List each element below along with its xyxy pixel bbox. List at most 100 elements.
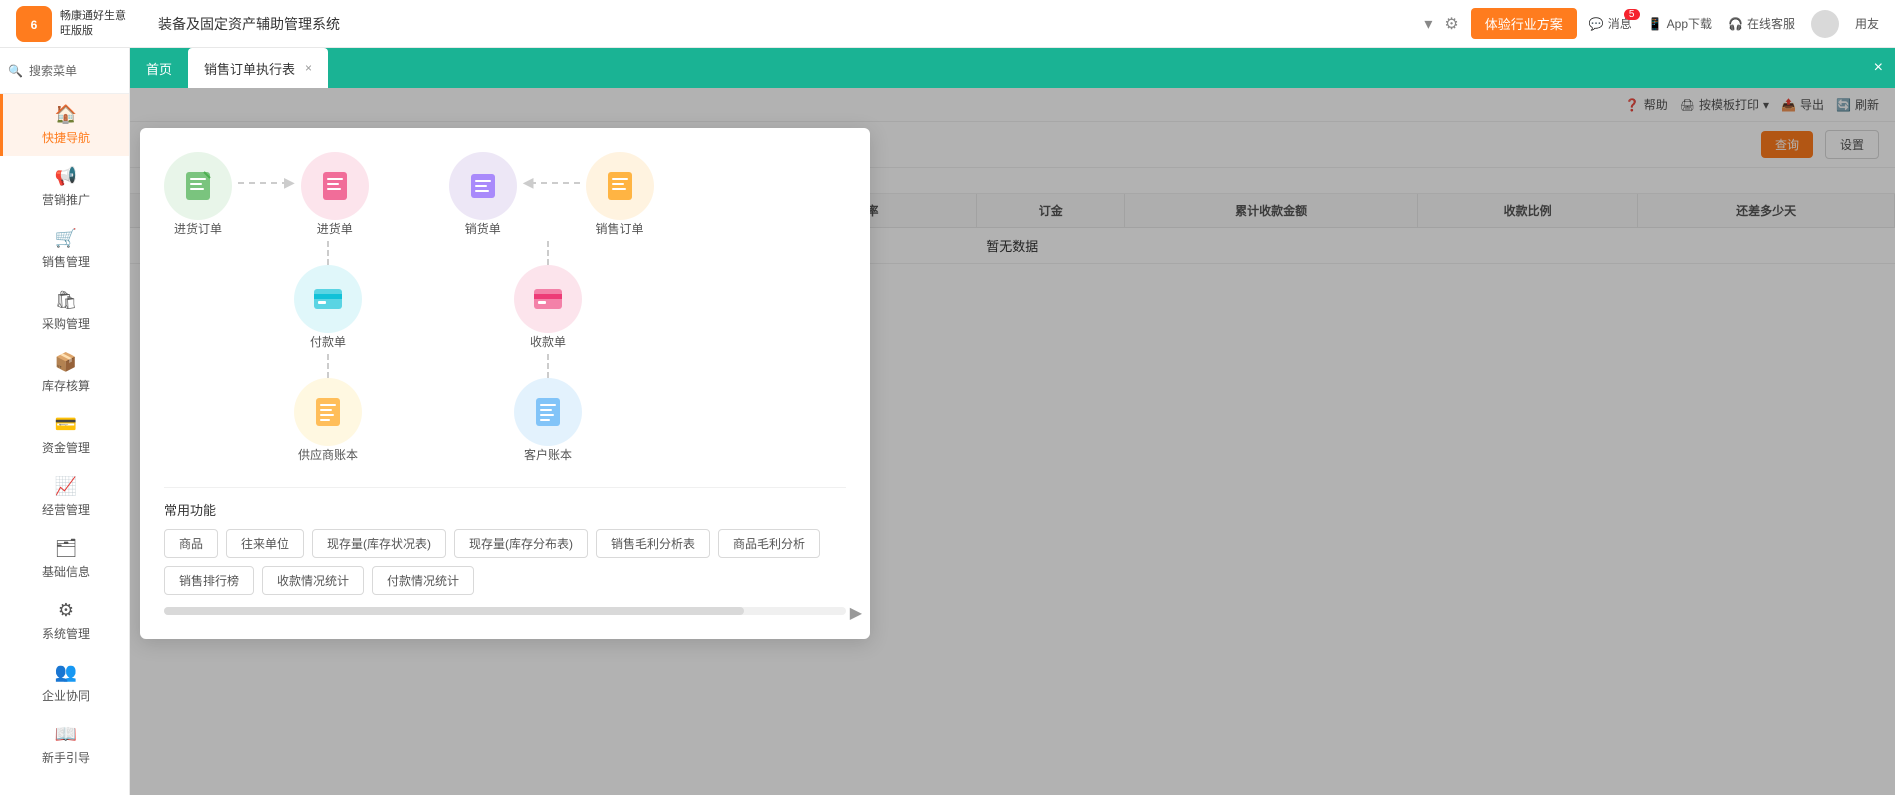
tab-home[interactable]: 首页 xyxy=(130,48,188,88)
cf-btn-product[interactable]: 商品 xyxy=(164,529,218,558)
window-close-btn[interactable]: × xyxy=(1874,59,1883,77)
purchase-order-circle xyxy=(164,152,232,220)
scrollbar-thumb xyxy=(164,607,744,615)
sidebar-item-label-sales: 销售管理 xyxy=(42,253,90,270)
search-menu-btn[interactable]: 🔍 搜索菜单 xyxy=(8,58,121,83)
cf-buttons-row2: 销售排行榜 收款情况统计 付款情况统计 xyxy=(164,566,846,595)
svg-text:6: 6 xyxy=(31,18,38,32)
flow-node-receipt[interactable]: 收款单 xyxy=(514,265,582,350)
modal-overlay: 进货订单 ▶ 进 xyxy=(130,88,1895,795)
app-download-icon: 📱 xyxy=(1648,17,1663,31)
sidebar-item-label-quick-nav: 快捷导航 xyxy=(42,129,90,146)
sidebar-item-basic-info[interactable]: 🗂 基础信息 xyxy=(0,528,129,590)
main-layout: 🔍 搜索菜单 🏠 快捷导航 📢 营销推广 🛒 销售管理 🛍 采购管理 📦 库存核… xyxy=(0,48,1895,795)
flow-node-sales-bill[interactable]: 销货单 xyxy=(449,152,517,237)
settings-icon[interactable]: ⚙ xyxy=(1444,14,1458,34)
user-label[interactable]: 用友 xyxy=(1855,15,1879,32)
finance-icon: 💳 xyxy=(55,414,77,435)
system-icon: ⚙ xyxy=(58,600,74,621)
sidebar-item-label-basic-info: 基础信息 xyxy=(42,563,90,580)
enterprise-icon: 👥 xyxy=(55,662,77,683)
tab-close-icon[interactable]: × xyxy=(305,61,312,75)
app-download-btn[interactable]: 📱 App下载 xyxy=(1648,15,1712,32)
sidebar-item-purchase[interactable]: 🛍 采购管理 xyxy=(0,280,129,342)
sidebar-item-label-guide: 新手引导 xyxy=(42,749,90,766)
message-icon: 💬 xyxy=(1589,17,1604,31)
sidebar-item-label-finance: 资金管理 xyxy=(42,439,90,456)
sidebar-item-label-purchase: 采购管理 xyxy=(42,315,90,332)
sales-order-circle xyxy=(586,152,654,220)
sidebar-item-sales[interactable]: 🛒 销售管理 xyxy=(0,218,129,280)
top-bar-right: 💬 消息 5 📱 App下载 🎧 在线客服 用友 xyxy=(1589,10,1879,38)
home-tab-label: 首页 xyxy=(146,59,172,78)
purchase-bill-circle xyxy=(301,152,369,220)
cf-btn-customer-unit[interactable]: 往来单位 xyxy=(226,529,304,558)
logo-icon: 6 xyxy=(16,6,52,42)
cf-btn-stock-status[interactable]: 现存量(库存状况表) xyxy=(312,529,446,558)
purchase-icon: 🛍 xyxy=(55,290,78,311)
flow-node-sales-order[interactable]: 销售订单 xyxy=(586,152,654,237)
flow-node-customer-account[interactable]: 客户账本 xyxy=(514,378,582,463)
guide-icon: 📖 xyxy=(55,724,77,745)
sidebar-item-label-inventory: 库存核算 xyxy=(42,377,90,394)
sidebar-item-inventory[interactable]: 📦 库存核算 xyxy=(0,342,129,404)
top-bar: 6 畅康通好生意 旺版版 装备及固定资产辅助管理系统 ▾ ⚙ 体验行业方案 💬 … xyxy=(0,0,1895,48)
sales-bill-label: 销货单 xyxy=(465,220,501,237)
user-avatar xyxy=(1811,10,1839,38)
logo-area: 6 畅康通好生意 旺版版 xyxy=(16,6,146,42)
sidebar-item-quick-nav[interactable]: 🏠 快捷导航 xyxy=(0,94,129,156)
dropdown-icon[interactable]: ▾ xyxy=(1424,14,1432,34)
active-tab-label: 销售订单执行表 xyxy=(204,59,295,78)
content-area: 首页 销售订单执行表 × × ❓ 帮助 🖨 按模板打印 ▾ xyxy=(130,48,1895,795)
sidebar-item-label-system: 系统管理 xyxy=(42,625,90,642)
common-title: 常用功能 xyxy=(164,500,846,519)
cf-btn-payment-stat[interactable]: 付款情况统计 xyxy=(372,566,474,595)
cf-btn-sales-margin[interactable]: 销售毛利分析表 xyxy=(596,529,710,558)
cf-btn-receipt-stat[interactable]: 收款情况统计 xyxy=(262,566,364,595)
app-download-label: App下载 xyxy=(1667,15,1712,32)
sales-icon: 🛒 xyxy=(55,228,77,249)
sidebar-item-guide[interactable]: 📖 新手引导 xyxy=(0,714,129,776)
scroll-right-arrow[interactable]: ▶ xyxy=(850,603,862,623)
quick-nav-icon: 🏠 xyxy=(55,104,77,125)
common-functions: 常用功能 商品 往来单位 现存量(库存状况表) 现存量(库存分布表) 销售毛利分… xyxy=(164,487,846,595)
basic-info-icon: 🗂 xyxy=(55,538,78,559)
sidebar-item-operation[interactable]: 📈 经营管理 xyxy=(0,466,129,528)
sidebar-item-enterprise[interactable]: 👥 企业协同 xyxy=(0,652,129,714)
sidebar-item-label-enterprise: 企业协同 xyxy=(42,687,90,704)
page-content: ❓ 帮助 🖨 按模板打印 ▾ 📤 导出 🔄 刷新 xyxy=(130,88,1895,795)
modal-box: 进货订单 ▶ 进 xyxy=(140,128,870,639)
message-btn[interactable]: 💬 消息 5 xyxy=(1589,15,1632,32)
sidebar-item-system[interactable]: ⚙ 系统管理 xyxy=(0,590,129,652)
flow-node-payment[interactable]: 付款单 xyxy=(294,265,362,350)
sidebar-search: 🔍 搜索菜单 xyxy=(0,48,129,94)
tab-sales-exec[interactable]: 销售订单执行表 × xyxy=(188,48,328,88)
customer-account-label: 客户账本 xyxy=(524,446,572,463)
receipt-label: 收款单 xyxy=(530,333,566,350)
cf-btn-sales-rank[interactable]: 销售排行榜 xyxy=(164,566,254,595)
supplier-account-label: 供应商账本 xyxy=(298,446,358,463)
inventory-icon: 📦 xyxy=(55,352,77,373)
cf-buttons-row1: 商品 往来单位 现存量(库存状况表) 现存量(库存分布表) 销售毛利分析表 商品… xyxy=(164,529,846,558)
purchase-order-label: 进货订单 xyxy=(174,220,222,237)
receipt-circle xyxy=(514,265,582,333)
sidebar-item-marketing[interactable]: 📢 营销推广 xyxy=(0,156,129,218)
modal-scrollbar[interactable]: ▶ xyxy=(164,607,846,615)
payment-circle xyxy=(294,265,362,333)
online-service-btn[interactable]: 🎧 在线客服 xyxy=(1728,15,1795,32)
message-badge: 5 xyxy=(1624,9,1640,20)
online-service-label: 在线客服 xyxy=(1747,15,1795,32)
sales-bill-circle xyxy=(449,152,517,220)
flow-node-purchase-order[interactable]: 进货订单 xyxy=(164,152,232,237)
sidebar-item-finance[interactable]: 💳 资金管理 xyxy=(0,404,129,466)
customer-account-circle xyxy=(514,378,582,446)
sales-order-label: 销售订单 xyxy=(596,220,644,237)
sidebar-item-label-marketing: 营销推广 xyxy=(42,191,90,208)
sidebar-item-label-operation: 经营管理 xyxy=(42,501,90,518)
sidebar: 🔍 搜索菜单 🏠 快捷导航 📢 营销推广 🛒 销售管理 🛍 采购管理 📦 库存核… xyxy=(0,48,130,795)
cf-btn-product-margin[interactable]: 商品毛利分析 xyxy=(718,529,820,558)
cf-btn-stock-dist[interactable]: 现存量(库存分布表) xyxy=(454,529,588,558)
experience-btn[interactable]: 体验行业方案 xyxy=(1471,8,1577,39)
flow-node-purchase-bill[interactable]: 进货单 xyxy=(301,152,369,237)
flow-node-supplier-account[interactable]: 供应商账本 xyxy=(294,378,362,463)
